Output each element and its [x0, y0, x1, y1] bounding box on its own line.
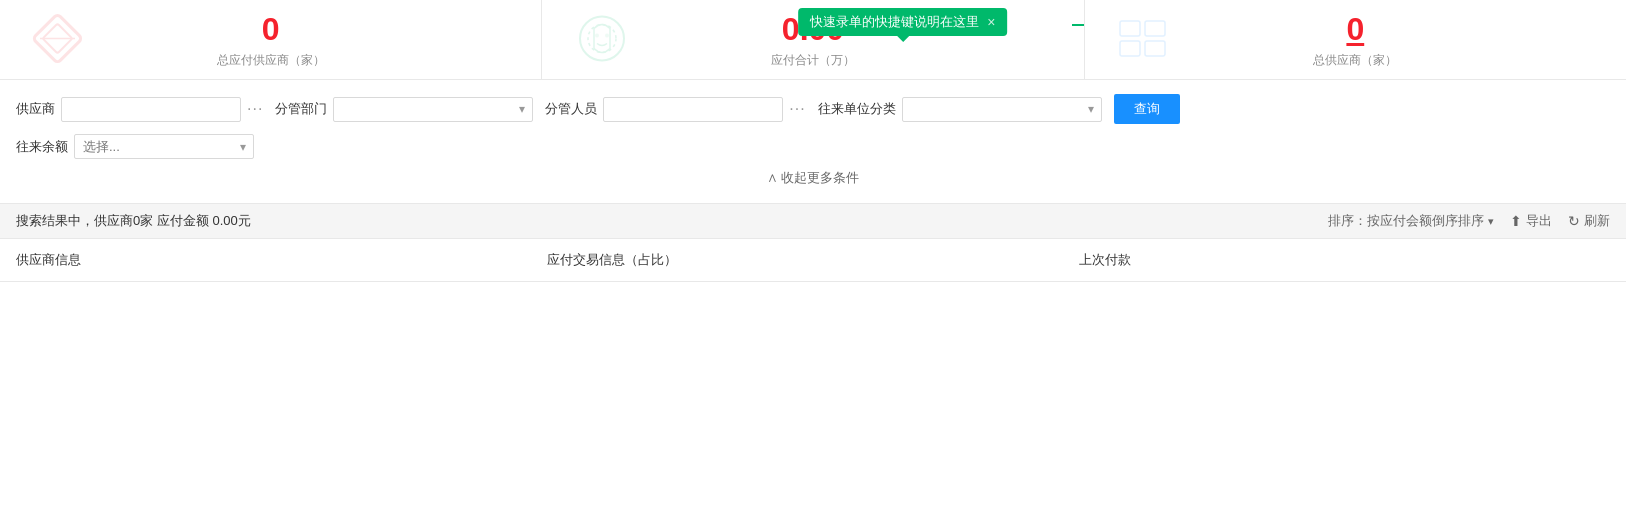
stat-total-suppliers: 0 总供应商（家）	[1085, 0, 1626, 79]
manager-filter: 分管人员 ···	[545, 97, 805, 122]
grid-bg-icon	[1115, 16, 1170, 64]
table-header: 供应商信息 应付交易信息（占比） 上次付款	[0, 239, 1626, 282]
refresh-label: 刷新	[1584, 212, 1610, 230]
collapse-button[interactable]: ∧ 收起更多条件	[16, 169, 1610, 187]
svg-rect-10	[1145, 41, 1165, 56]
export-label: 导出	[1526, 212, 1552, 230]
result-bar: 搜索结果中，供应商0家 应付金额 0.00元 排序：按应付会额倒序排序 ▾ ⬆ …	[0, 204, 1626, 239]
department-label: 分管部门	[275, 100, 327, 118]
table-body	[0, 282, 1626, 515]
filter-row-1: 供应商 ··· 分管部门 ▾ 分管人员 ··· 往来单位分类 ▾	[16, 94, 1610, 124]
unit-category-filter: 往来单位分类 ▾	[818, 97, 1102, 122]
filter-bar: 供应商 ··· 分管部门 ▾ 分管人员 ··· 往来单位分类 ▾	[0, 80, 1626, 204]
svg-rect-1	[43, 23, 73, 53]
supplier-input[interactable]	[61, 97, 241, 122]
supplier-filter: 供应商 ···	[16, 97, 263, 122]
balance-label: 往来余额	[16, 138, 68, 156]
stat-payable-total: 0.00 应付合计（万） 快速录单的快捷键说明在这里 ×	[542, 0, 1084, 79]
tooltip-text: 快速录单的快捷键说明在这里	[810, 13, 979, 31]
payable-suppliers-label: 总应付供应商（家）	[217, 52, 325, 69]
export-icon: ⬆	[1510, 213, 1522, 229]
svg-rect-8	[1145, 21, 1165, 36]
export-button[interactable]: ⬆ 导出	[1510, 212, 1552, 230]
unit-category-input[interactable]	[902, 97, 1102, 122]
department-input[interactable]	[333, 97, 533, 122]
department-filter: 分管部门 ▾	[275, 97, 533, 122]
manager-label: 分管人员	[545, 100, 597, 118]
unit-category-select-wrapper: ▾	[902, 97, 1102, 122]
manager-dots[interactable]: ···	[789, 100, 805, 118]
total-suppliers-label: 总供应商（家）	[1313, 52, 1397, 69]
refresh-button[interactable]: ↻ 刷新	[1568, 212, 1610, 230]
supplier-label: 供应商	[16, 100, 55, 118]
sort-dropdown-icon: ▾	[1488, 215, 1494, 228]
col-transaction-header: 应付交易信息（占比）	[547, 251, 1078, 269]
cat-bg-icon	[572, 8, 632, 71]
balance-filter: 往来余额 ▾	[16, 134, 254, 159]
stats-bar: 0 总应付供应商（家） 0.00 应付合计（万） 快速录单的快捷键说明在这里 ×	[0, 0, 1626, 80]
total-suppliers-number: 0	[1346, 10, 1364, 48]
refresh-icon: ↻	[1568, 213, 1580, 229]
balance-select-wrapper: ▾	[74, 134, 254, 159]
svg-point-4	[588, 24, 616, 52]
col-last-payment-header: 上次付款	[1079, 251, 1610, 269]
payable-suppliers-number: 0	[262, 10, 280, 48]
svg-point-5	[595, 33, 599, 37]
manager-input[interactable]	[603, 97, 783, 122]
svg-rect-0	[33, 13, 82, 62]
quick-shortcut-tooltip: 快速录单的快捷键说明在这里 ×	[798, 8, 1007, 36]
supplier-dots[interactable]: ···	[247, 100, 263, 118]
sort-label: 排序：按应付会额倒序排序	[1328, 212, 1484, 230]
result-info-text: 搜索结果中，供应商0家 应付金额 0.00元	[16, 212, 251, 230]
query-button[interactable]: 查询	[1114, 94, 1180, 124]
col-supplier-header: 供应商信息	[16, 251, 547, 269]
result-actions: 排序：按应付会额倒序排序 ▾ ⬆ 导出 ↻ 刷新	[1328, 212, 1610, 230]
department-select-wrapper: ▾	[333, 97, 533, 122]
svg-point-6	[605, 33, 609, 37]
unit-category-label: 往来单位分类	[818, 100, 896, 118]
svg-point-3	[580, 16, 624, 60]
diamond-bg-icon	[30, 11, 85, 69]
stat-total-payable-suppliers: 0 总应付供应商（家）	[0, 0, 542, 79]
payable-total-label: 应付合计（万）	[771, 52, 855, 69]
filter-row-2: 往来余额 ▾	[16, 134, 1610, 159]
svg-rect-7	[1120, 21, 1140, 36]
svg-rect-9	[1120, 41, 1140, 56]
balance-input[interactable]	[74, 134, 254, 159]
tooltip-close-btn[interactable]: ×	[987, 14, 995, 30]
sort-select[interactable]: 排序：按应付会额倒序排序 ▾	[1328, 212, 1494, 230]
